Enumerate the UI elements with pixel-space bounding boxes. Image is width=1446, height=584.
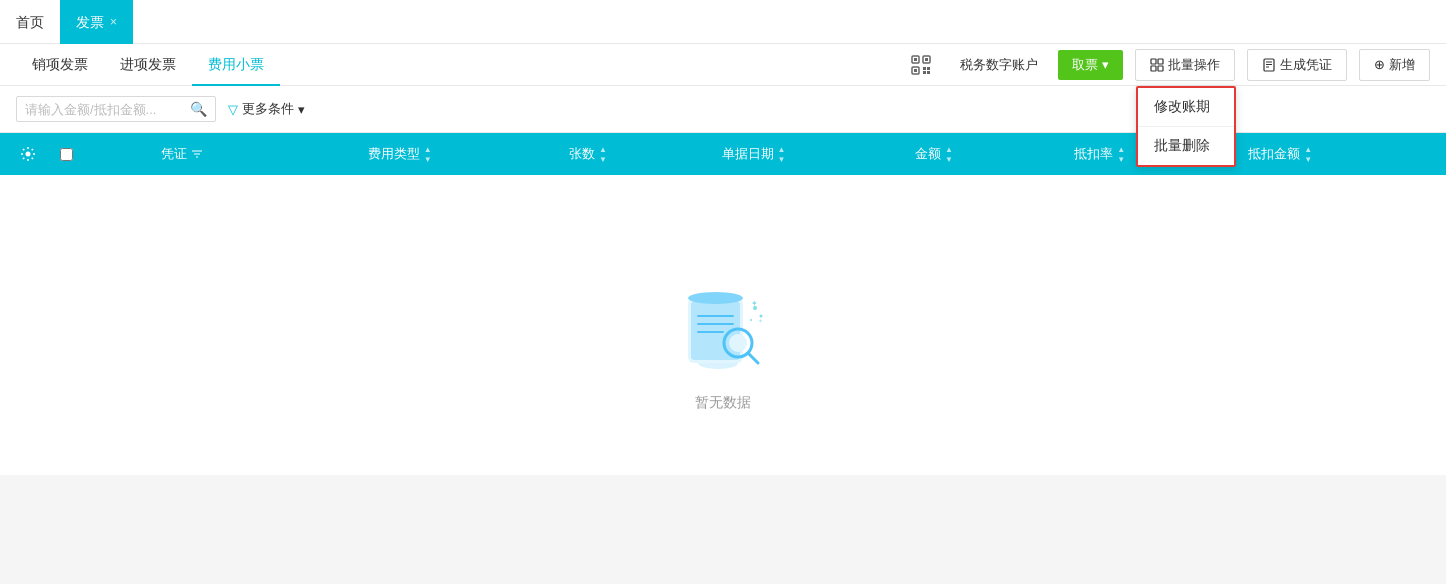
top-navigation: 首页 发票 × bbox=[0, 0, 1446, 44]
svg-rect-11 bbox=[1158, 59, 1163, 64]
take-ticket-label: 取票 bbox=[1072, 56, 1098, 74]
batch-op-label: 批量操作 bbox=[1168, 56, 1220, 74]
batch-operations-dropdown: 修改账期 批量删除 bbox=[1136, 86, 1236, 167]
modify-period-menu-item[interactable]: 修改账期 bbox=[1138, 88, 1234, 126]
svg-point-31 bbox=[750, 319, 752, 321]
take-ticket-button[interactable]: 取票 ▾ bbox=[1058, 50, 1123, 80]
add-new-button[interactable]: ⊕ 新增 bbox=[1359, 49, 1430, 81]
expense-type-sort[interactable]: ▲ ▼ bbox=[424, 145, 432, 164]
invoice-tab-label: 发票 bbox=[76, 0, 104, 44]
th-expense-type: 费用类型 ▲ ▼ bbox=[280, 145, 520, 164]
svg-text:✦: ✦ bbox=[751, 299, 758, 308]
tab-sales-invoice[interactable]: 销项发票 bbox=[16, 45, 104, 86]
th-settings[interactable] bbox=[8, 146, 48, 162]
th-voucher: 凭证 bbox=[84, 145, 280, 163]
svg-rect-1 bbox=[914, 58, 917, 61]
digital-account-button[interactable]: 税务数字账户 bbox=[952, 56, 1046, 74]
plus-icon: ⊕ bbox=[1374, 57, 1385, 72]
date-sort[interactable]: ▲ ▼ bbox=[778, 145, 786, 164]
svg-rect-10 bbox=[1151, 59, 1156, 64]
home-nav-item[interactable]: 首页 bbox=[0, 0, 60, 44]
sub-navigation: 销项发票 进项发票 费用小票 税务数字账户 bbox=[0, 44, 1446, 86]
generate-voucher-button[interactable]: 生成凭证 bbox=[1247, 49, 1347, 81]
th-deduction-rate-label: 抵扣率 bbox=[1074, 145, 1113, 163]
search-icon[interactable]: 🔍 bbox=[190, 101, 207, 117]
svg-rect-5 bbox=[914, 69, 917, 72]
select-all-checkbox[interactable] bbox=[60, 148, 73, 161]
svg-rect-9 bbox=[927, 71, 930, 74]
more-conditions-button[interactable]: ▽ 更多条件 ▾ bbox=[228, 100, 305, 118]
batch-operation-button[interactable]: 批量操作 bbox=[1135, 49, 1235, 81]
svg-rect-6 bbox=[923, 67, 926, 70]
tab-expense-ticket[interactable]: 费用小票 bbox=[192, 45, 280, 86]
svg-rect-13 bbox=[1158, 66, 1163, 71]
generate-voucher-label: 生成凭证 bbox=[1280, 56, 1332, 74]
th-count: 张数 ▲ ▼ bbox=[520, 145, 656, 164]
add-new-label: 新增 bbox=[1389, 56, 1415, 74]
count-sort[interactable]: ▲ ▼ bbox=[599, 145, 607, 164]
search-input-wrapper: 🔍 bbox=[16, 96, 216, 122]
svg-text:✦: ✦ bbox=[758, 318, 763, 324]
deduction-amount-sort[interactable]: ▲ ▼ bbox=[1304, 145, 1312, 164]
svg-rect-12 bbox=[1151, 66, 1156, 71]
search-input[interactable] bbox=[25, 102, 184, 117]
batch-delete-menu-item[interactable]: 批量删除 bbox=[1138, 127, 1234, 165]
svg-rect-3 bbox=[925, 58, 928, 61]
chevron-down-icon: ▾ bbox=[1102, 57, 1109, 72]
th-deduction-amount-label: 抵扣金额 bbox=[1248, 145, 1300, 163]
generate-voucher-icon bbox=[1262, 58, 1276, 72]
th-count-label: 张数 bbox=[569, 145, 595, 163]
th-checkbox[interactable] bbox=[48, 148, 84, 161]
th-expense-type-label: 费用类型 bbox=[368, 145, 420, 163]
svg-rect-8 bbox=[923, 71, 926, 74]
th-date: 单据日期 ▲ ▼ bbox=[656, 145, 852, 164]
batch-op-icon bbox=[1150, 58, 1164, 72]
tab-purchase-invoice[interactable]: 进项发票 bbox=[104, 45, 192, 86]
svg-rect-7 bbox=[927, 67, 930, 70]
chevron-down-icon: ▾ bbox=[298, 102, 305, 117]
empty-state-text: 暂无数据 bbox=[695, 394, 751, 412]
sub-nav-actions: 税务数字账户 取票 ▾ 批量操作 bbox=[902, 49, 1430, 81]
th-amount-label: 金额 bbox=[915, 145, 941, 163]
invoice-tab[interactable]: 发票 × bbox=[60, 0, 133, 44]
more-conditions-label: 更多条件 bbox=[242, 100, 294, 118]
qr-code-icon-button[interactable] bbox=[902, 54, 940, 76]
voucher-filter-icon[interactable] bbox=[191, 148, 203, 160]
filter-icon: ▽ bbox=[228, 102, 238, 117]
deduction-rate-sort[interactable]: ▲ ▼ bbox=[1117, 145, 1125, 164]
empty-state: ✦ ✦ 暂无数据 bbox=[0, 175, 1446, 475]
empty-state-icon: ✦ ✦ bbox=[663, 278, 783, 378]
th-amount: 金额 ▲ ▼ bbox=[851, 145, 1017, 164]
th-date-label: 单据日期 bbox=[722, 145, 774, 163]
svg-point-22 bbox=[688, 292, 743, 304]
svg-point-18 bbox=[26, 152, 31, 157]
svg-point-27 bbox=[729, 334, 747, 352]
svg-line-28 bbox=[748, 353, 758, 363]
close-icon[interactable]: × bbox=[110, 0, 117, 44]
amount-sort[interactable]: ▲ ▼ bbox=[945, 145, 953, 164]
sub-nav-tabs: 销项发票 进项发票 费用小票 bbox=[16, 44, 280, 85]
